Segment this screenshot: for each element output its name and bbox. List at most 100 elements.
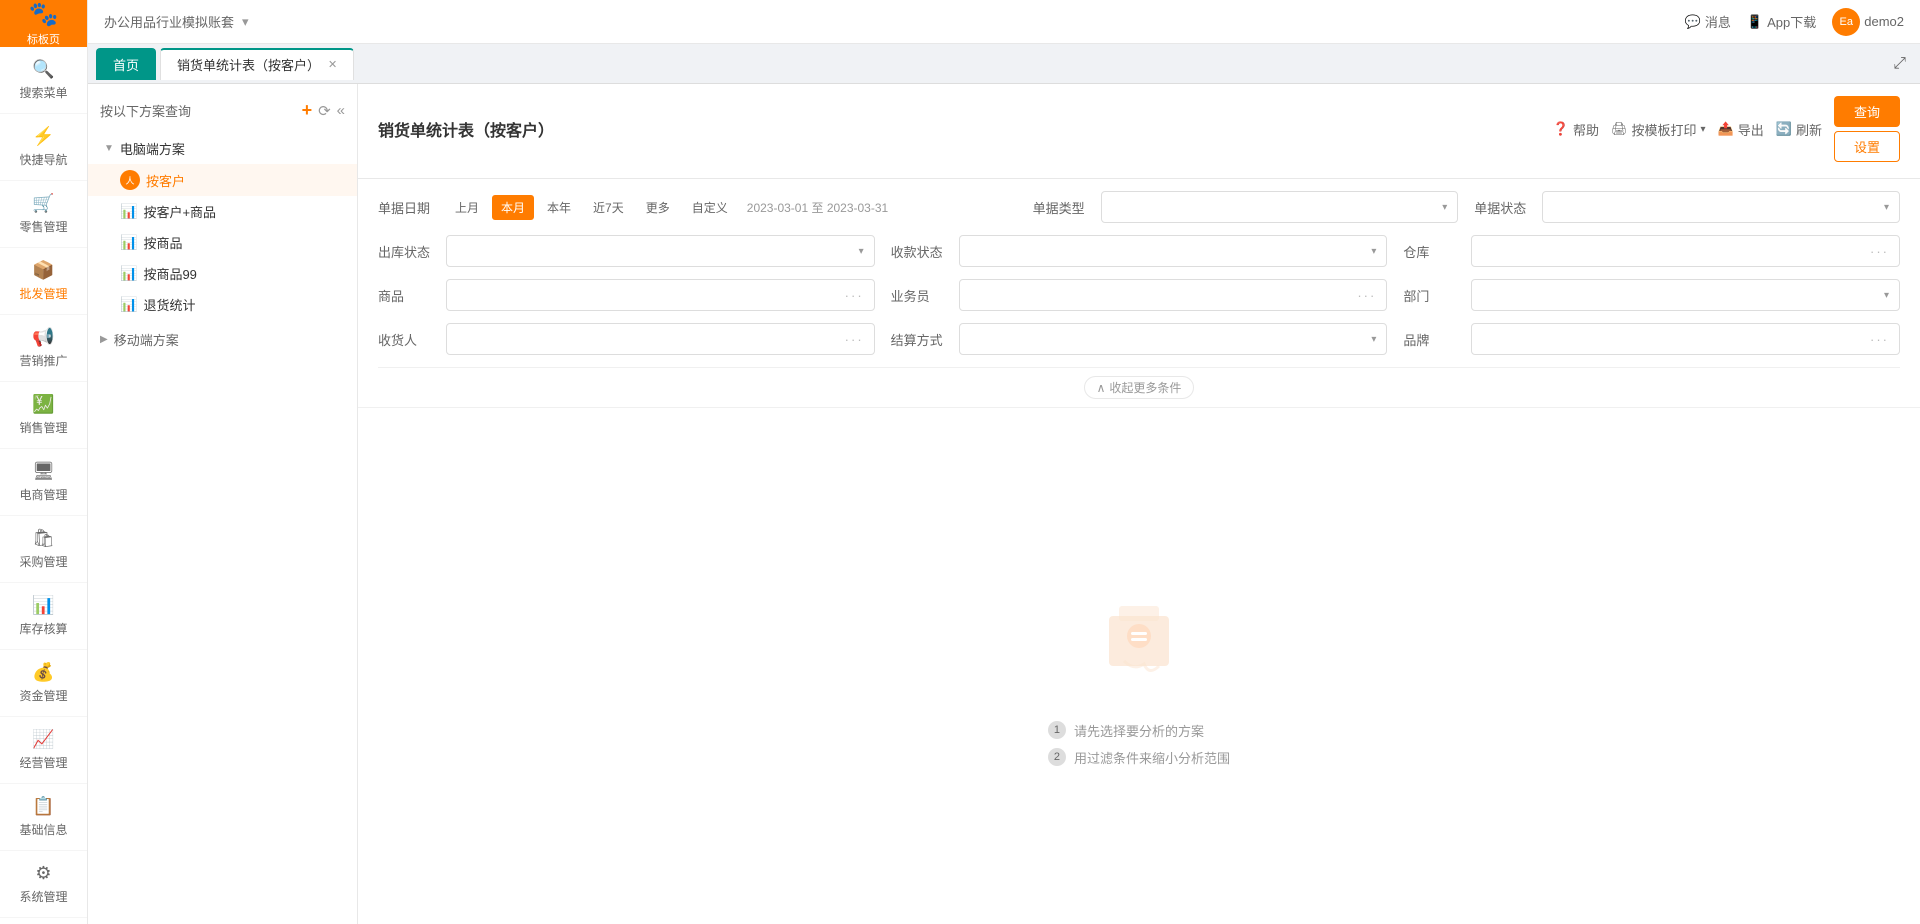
tree-child-by-product[interactable]: 📊 按商品 (88, 227, 357, 258)
refresh-button[interactable]: 🔄 刷新 (1776, 120, 1822, 139)
warehouse-control[interactable]: ··· (1471, 235, 1900, 267)
sidebar-item-operations[interactable]: 📈 经营管理 (0, 717, 88, 784)
sidebar-item-basic[interactable]: 📋 基础信息 (0, 784, 88, 851)
brand-label: 品牌 (1403, 330, 1463, 349)
tree-mobile-label: 移动端方案 (114, 330, 179, 349)
sidebar-item-ecommerce[interactable]: 🖥 电商管理 (0, 449, 88, 516)
app-download-label: App下载 (1767, 12, 1816, 31)
help-button[interactable]: ❓ 帮助 (1553, 120, 1599, 139)
filter-settlement: 结算方式 ▾ (891, 323, 1388, 355)
sidebar-label-sales: 销售管理 (19, 419, 67, 436)
settlement-control[interactable]: ▾ (959, 323, 1388, 355)
page-title-row: 销货单统计表（按客户） ❓ 帮助 🖨 按模板打印 ▾ 📤 (378, 96, 1900, 162)
sidebar-label-search: 搜索菜单 (19, 84, 67, 101)
panel-collapse-button[interactable]: « (337, 102, 345, 119)
sidebar-item-system[interactable]: ⚙ 系统管理 (0, 851, 88, 918)
filter-brand: 品牌 ··· (1403, 323, 1900, 355)
salesperson-control[interactable]: ··· (959, 279, 1388, 311)
out-status-control[interactable]: ▾ (446, 235, 875, 267)
salesperson-label: 业务员 (891, 286, 951, 305)
recipient-control[interactable]: ··· (446, 323, 875, 355)
page-header: 销货单统计表（按客户） ❓ 帮助 🖨 按模板打印 ▾ 📤 (358, 84, 1920, 179)
sidebar-label-ecommerce: 电商管理 (19, 486, 67, 503)
query-button[interactable]: 查询 (1834, 96, 1900, 127)
order-type-control[interactable]: ▾ (1101, 191, 1459, 223)
shortcut-icon: ⚡ (32, 126, 54, 147)
tree-mobile-section[interactable]: ▶ 移动端方案 (88, 324, 357, 355)
sidebar-label-inventory: 库存核算 (19, 620, 67, 637)
product-control[interactable]: ··· (446, 279, 875, 311)
sidebar-item-inventory[interactable]: 📊 库存核算 (0, 583, 88, 650)
product-label: 商品 (378, 286, 438, 305)
tree-child-by-customer-product[interactable]: 📊 按客户+商品 (88, 196, 357, 227)
purchase-icon: 🛍 (32, 528, 55, 549)
main-area: 办公用品行业模拟账套 ▾ 💬 消息 📱 App下载 Ea demo2 首页 (88, 0, 1920, 924)
tree-desktop-parent[interactable]: ▼ 电脑端方案 (88, 133, 357, 164)
settings-button[interactable]: 设置 (1834, 131, 1900, 162)
date-tab-last-month[interactable]: 上月 (446, 195, 488, 220)
chart-icon-3: 📊 (120, 265, 137, 282)
collection-status-dropdown-icon: ▾ (1371, 246, 1376, 257)
export-label: 导出 (1738, 120, 1764, 139)
sidebar-item-shortcut[interactable]: ⚡ 快捷导航 (0, 114, 88, 181)
order-type-dropdown-icon: ▾ (1442, 202, 1447, 213)
tab-maximize-button[interactable]: ⤢ (1887, 53, 1912, 75)
date-tab-last-7-days[interactable]: 近7天 (584, 195, 633, 220)
sidebar-item-enterprise[interactable]: 🏢 企业协同 (0, 918, 88, 924)
date-tab-this-year[interactable]: 本年 (538, 195, 580, 220)
sidebar-item-retail[interactable]: 🛒 零售管理 (0, 181, 88, 248)
message-button[interactable]: 💬 消息 (1685, 12, 1731, 31)
tree-child-by-customer[interactable]: 人 按客户 (88, 164, 357, 196)
app-download-button[interactable]: 📱 App下载 (1747, 12, 1816, 31)
filter-row-1: 单据日期 上月 本月 本年 近7天 更多 自定义 2023-03-01 至 20… (378, 191, 1900, 223)
user-profile[interactable]: Ea demo2 (1832, 8, 1904, 36)
date-range-display: 2023-03-01 至 2023-03-31 (747, 199, 888, 216)
tab-bar: 首页 销货单统计表（按客户） ✕ ⤢ (88, 44, 1920, 84)
date-tab-this-month[interactable]: 本月 (492, 195, 534, 220)
date-tab-custom[interactable]: 自定义 (683, 195, 737, 220)
sidebar-item-wholesale[interactable]: 📦 批发管理 (0, 248, 88, 315)
sidebar-label-wholesale: 批发管理 (19, 285, 67, 302)
sidebar-label-purchase: 采购管理 (19, 553, 67, 570)
filter-order-status: 单据状态 ▾ (1474, 191, 1900, 223)
export-button[interactable]: 📤 导出 (1718, 120, 1764, 139)
panel-header: 按以下方案查询 + ⟳ « (88, 92, 357, 129)
sidebar: 🐾 标板页 🔍 搜索菜单 ⚡ 快捷导航 🛒 零售管理 📦 批发管理 📢 营销推广… (0, 0, 88, 924)
finance-icon: 💰 (32, 662, 54, 683)
app-title: 办公用品行业模拟账套 (104, 12, 234, 31)
template-print-button[interactable]: 🖨 按模板打印 ▾ (1611, 120, 1706, 139)
sales-icon: 💹 (32, 394, 54, 415)
filter-recipient: 收货人 ··· (378, 323, 875, 355)
tab-close-button[interactable]: ✕ (328, 58, 337, 71)
sidebar-item-sales[interactable]: 💹 销售管理 (0, 382, 88, 449)
sidebar-item-marketing[interactable]: 📢 营销推广 (0, 315, 88, 382)
sidebar-label-shortcut: 快捷导航 (19, 151, 67, 168)
brand-control[interactable]: ··· (1471, 323, 1900, 355)
order-status-control[interactable]: ▾ (1542, 191, 1900, 223)
tab-home[interactable]: 首页 (96, 48, 156, 80)
collapse-button[interactable]: ∧ 收起更多条件 (1084, 376, 1195, 399)
tree-child-by-product-label: 按商品 (143, 233, 182, 252)
filter-out-status: 出库状态 ▾ (378, 235, 875, 267)
sidebar-label-finance: 资金管理 (19, 687, 67, 704)
sidebar-item-search[interactable]: 🔍 搜索菜单 (0, 47, 88, 114)
order-status-dropdown-icon: ▾ (1884, 202, 1889, 213)
tab-sales-stat[interactable]: 销货单统计表（按客户） ✕ (160, 48, 354, 80)
user-avatar-text: Ea (1840, 16, 1853, 28)
sidebar-item-finance[interactable]: 💰 资金管理 (0, 650, 88, 717)
collection-status-control[interactable]: ▾ (959, 235, 1388, 267)
sidebar-logo[interactable]: 🐾 标板页 (0, 0, 88, 47)
sidebar-item-purchase[interactable]: 🛍 采购管理 (0, 516, 88, 583)
panel-add-button[interactable]: + (302, 100, 313, 121)
date-tab-more[interactable]: 更多 (637, 195, 679, 220)
tree-child-by-product-99[interactable]: 📊 按商品99 (88, 258, 357, 289)
panel-refresh-button[interactable]: ⟳ (318, 102, 331, 120)
collection-status-label: 收款状态 (891, 242, 951, 261)
header-dropdown-icon[interactable]: ▾ (242, 14, 249, 30)
collapse-bar[interactable]: ∧ 收起更多条件 (378, 367, 1900, 407)
wholesale-icon: 📦 (32, 260, 54, 281)
department-control[interactable]: ▾ (1471, 279, 1900, 311)
tree-child-refund-stat[interactable]: 📊 退货统计 (88, 289, 357, 320)
panel-title: 按以下方案查询 (100, 101, 191, 120)
retail-icon: 🛒 (32, 193, 54, 214)
